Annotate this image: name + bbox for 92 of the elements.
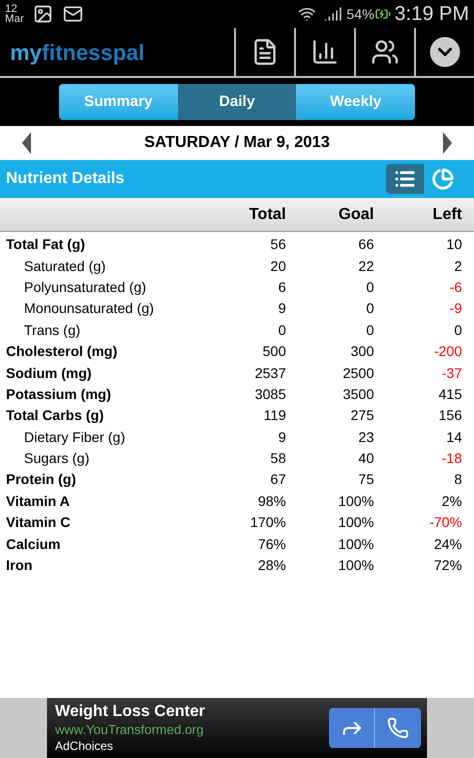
left-value: 2 [453,256,462,276]
left-value: 2% [440,492,462,511]
pie-chart-icon [432,168,454,190]
battery-percent: 54% [346,4,375,24]
nutrient-name: Calcium [5,534,62,554]
total-value: 76% [256,534,286,554]
total-value: 67 [269,470,286,490]
goal-value: 100% [337,513,374,532]
total-value: 98% [256,492,286,511]
column-header: Goal [337,204,374,224]
total-value: 119 [262,406,286,426]
nutrient-name: Sodium (mg) [5,364,93,383]
left-value: -9 [448,299,462,318]
signal-icon [324,5,342,23]
nutrient-name: Monounsaturated (g) [23,299,155,318]
total-value: 56 [269,235,286,254]
total-value: 9 [277,428,286,447]
list-icon [394,168,416,190]
status-time: 3:19 PM [394,2,469,27]
total-value: 0 [277,320,286,340]
nutrient-name: Iron [5,556,34,576]
column-header: Total [248,204,286,224]
goal-value: 66 [357,235,374,254]
mail-icon [62,4,84,24]
column-header: Left [432,204,462,224]
total-value: 170% [249,513,286,532]
nutrient-name: Vitamin A [5,492,71,511]
goal-value: 75 [357,470,374,490]
nutrient-name: Protein (g) [5,470,77,490]
left-value: -37 [440,364,462,383]
goal-value: 100% [337,492,374,511]
app-logo: myfitnesspal [9,38,146,67]
goal-value: 100% [337,534,374,554]
total-value: 6 [277,278,286,297]
goal-value: 22 [357,256,374,276]
left-value: 72% [432,556,462,576]
nutrient-name: Saturated (g) [23,256,107,276]
ad-url: www.YouTransformed.org [55,722,205,739]
goal-value: 300 [350,342,374,362]
nutrient-name: Trans (g) [23,320,82,340]
list-view-button[interactable] [386,164,424,194]
date-label: SATURDAY / Mar 9, 2013 [144,133,330,153]
total-value: 3085 [254,384,286,404]
nutrient-name: Polyunsaturated (g) [23,278,148,297]
total-value: 9 [277,299,286,318]
left-value: -18 [440,449,462,468]
wifi-icon [298,5,316,23]
left-value: 24% [432,534,462,554]
ad-banner[interactable]: Weight Loss Center www.YouTransformed.org AdChoices [47,698,427,758]
call-button[interactable] [375,708,421,748]
goal-value: 3500 [342,384,374,404]
goal-value: 2500 [342,364,374,383]
status-day: 12 [5,4,24,14]
total-value: 20 [269,256,286,276]
left-value: 0 [453,320,462,340]
left-value: 156 [438,406,462,426]
nutrient-name: Cholesterol (mg) [5,342,118,362]
goal-value: 40 [357,449,374,468]
section-title: Nutrient Details [6,169,126,189]
goal-value: 0 [365,299,374,318]
nutrient-name: Total Fat (g) [5,235,86,254]
total-value: 28% [256,556,286,576]
gallery-icon [32,4,54,24]
share-button[interactable] [329,708,375,748]
tab[interactable]: Daily [178,84,296,120]
nutrient-name: Vitamin C [5,513,72,532]
goal-value: 0 [365,320,374,340]
bar-chart-icon [311,38,339,66]
left-value: 10 [445,235,462,254]
goal-value: 275 [350,406,374,426]
nutrient-name: Dietary Fiber (g) [23,428,126,447]
people-icon [371,38,399,66]
nutrient-name: Total Carbs (g) [5,406,105,426]
dropdown-icon [430,37,460,67]
goal-value: 23 [357,428,374,447]
total-value: 58 [269,449,286,468]
left-value: 415 [438,384,462,404]
total-value: 500 [262,342,286,362]
total-value: 2537 [254,364,286,383]
status-month: Mar [5,14,24,24]
left-value: -70% [428,513,462,532]
nutrient-name: Sugars (g) [23,449,90,468]
phone-icon [387,717,409,739]
left-value: -6 [448,278,462,297]
goal-value: 100% [337,556,374,576]
left-value: 8 [453,470,462,490]
left-value: -200 [432,342,462,362]
left-value: 14 [445,428,462,447]
goal-value: 0 [365,278,374,297]
nutrient-name: Potassium (mg) [5,384,112,404]
ad-title: Weight Loss Center [55,702,206,722]
ad-choices: AdChoices [55,738,114,754]
